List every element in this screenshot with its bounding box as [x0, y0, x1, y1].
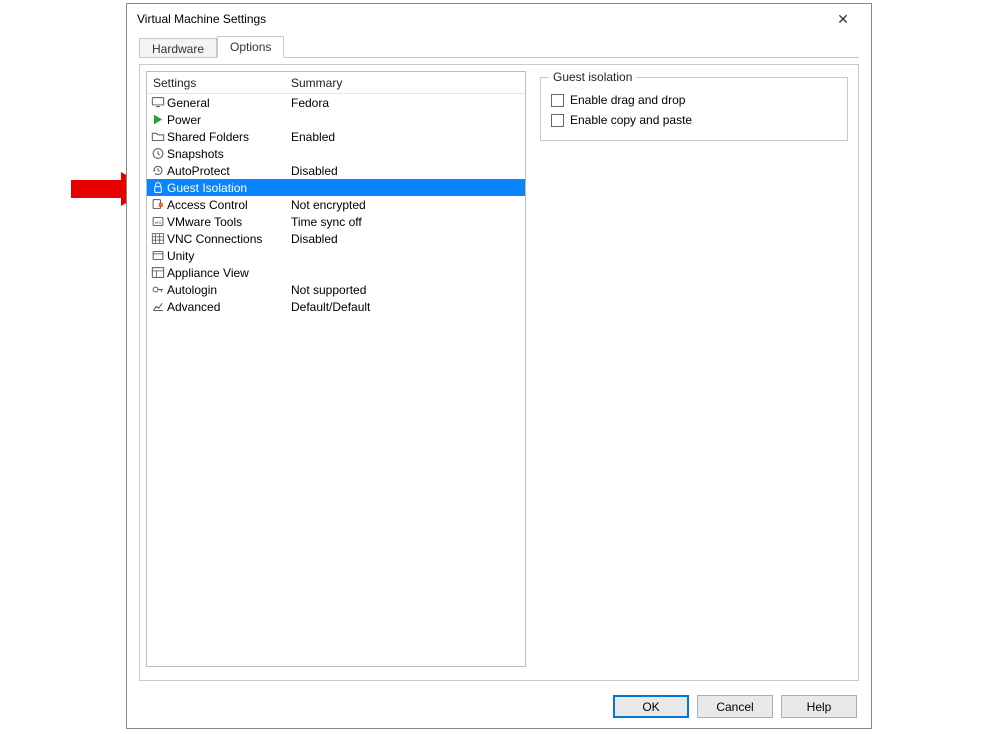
- clock-icon: [147, 147, 165, 160]
- tab-hardware[interactable]: Hardware: [139, 38, 217, 58]
- key-icon: [147, 283, 165, 296]
- item-name: AutoProtect: [165, 164, 287, 178]
- item-name: Access Control: [165, 198, 287, 212]
- list-item[interactable]: AdvancedDefault/Default: [147, 298, 525, 315]
- checkbox-icon: [551, 94, 564, 107]
- grid-icon: [147, 232, 165, 245]
- monitor-icon: [147, 96, 165, 109]
- item-summary: Fedora: [287, 96, 525, 110]
- close-icon: ✕: [837, 11, 849, 28]
- box-icon: vm: [147, 215, 165, 228]
- play-icon: [147, 113, 165, 126]
- lock-icon: [147, 181, 165, 194]
- list-item[interactable]: Guest Isolation: [147, 179, 525, 196]
- column-headers: Settings Summary: [147, 72, 525, 94]
- group-title: Guest isolation: [549, 70, 636, 84]
- item-summary: Not supported: [287, 283, 525, 297]
- checkbox-copy-paste[interactable]: Enable copy and paste: [551, 110, 837, 130]
- checkbox-label: Enable copy and paste: [570, 113, 692, 127]
- list-item[interactable]: Shared FoldersEnabled: [147, 128, 525, 145]
- help-button[interactable]: Help: [781, 695, 857, 718]
- checkbox-icon: [551, 114, 564, 127]
- list-item[interactable]: GeneralFedora: [147, 94, 525, 111]
- tab-options[interactable]: Options: [217, 36, 284, 58]
- item-name: VMware Tools: [165, 215, 287, 229]
- history-icon: [147, 164, 165, 177]
- folder-icon: [147, 130, 165, 143]
- list-item[interactable]: Access ControlNot encrypted: [147, 196, 525, 213]
- list-item[interactable]: AutologinNot supported: [147, 281, 525, 298]
- titlebar: Virtual Machine Settings ✕: [127, 4, 871, 34]
- detail-panel: Guest isolation Enable drag and drop Ena…: [536, 71, 852, 674]
- settings-list: Settings Summary GeneralFedoraPowerShare…: [146, 71, 526, 667]
- list-item[interactable]: Snapshots: [147, 145, 525, 162]
- item-name: Advanced: [165, 300, 287, 314]
- list-item[interactable]: Power: [147, 111, 525, 128]
- item-summary: Enabled: [287, 130, 525, 144]
- item-name: Autologin: [165, 283, 287, 297]
- checkbox-drag-drop[interactable]: Enable drag and drop: [551, 90, 837, 110]
- ok-button[interactable]: OK: [613, 695, 689, 718]
- item-name: Power: [165, 113, 287, 127]
- item-name: Appliance View: [165, 266, 287, 280]
- list-item[interactable]: Appliance View: [147, 264, 525, 281]
- chart-icon: [147, 300, 165, 313]
- guest-isolation-group: Guest isolation Enable drag and drop Ena…: [540, 77, 848, 141]
- item-summary: Disabled: [287, 232, 525, 246]
- item-name: VNC Connections: [165, 232, 287, 246]
- tab-strip: Hardware Options: [127, 36, 871, 58]
- list-item[interactable]: VNC ConnectionsDisabled: [147, 230, 525, 247]
- item-name: Guest Isolation: [165, 181, 287, 195]
- checkbox-label: Enable drag and drop: [570, 93, 685, 107]
- svg-text:vm: vm: [154, 221, 160, 226]
- window-icon: [147, 249, 165, 262]
- item-summary: Time sync off: [287, 215, 525, 229]
- close-button[interactable]: ✕: [823, 5, 863, 33]
- item-summary: Not encrypted: [287, 198, 525, 212]
- shield-icon: [147, 198, 165, 211]
- list-item[interactable]: AutoProtectDisabled: [147, 162, 525, 179]
- vm-settings-dialog: Virtual Machine Settings ✕ Hardware Opti…: [126, 3, 872, 729]
- layout-icon: [147, 266, 165, 279]
- col-settings[interactable]: Settings: [147, 76, 287, 90]
- item-name: Shared Folders: [165, 130, 287, 144]
- item-name: General: [165, 96, 287, 110]
- content-area: Settings Summary GeneralFedoraPowerShare…: [139, 64, 859, 681]
- list-item[interactable]: Unity: [147, 247, 525, 264]
- list-item[interactable]: vm VMware ToolsTime sync off: [147, 213, 525, 230]
- button-bar: OK Cancel Help: [127, 689, 871, 728]
- window-title: Virtual Machine Settings: [137, 12, 266, 26]
- item-summary: Disabled: [287, 164, 525, 178]
- item-summary: Default/Default: [287, 300, 525, 314]
- item-name: Snapshots: [165, 147, 287, 161]
- col-summary[interactable]: Summary: [287, 76, 525, 90]
- item-name: Unity: [165, 249, 287, 263]
- cancel-button[interactable]: Cancel: [697, 695, 773, 718]
